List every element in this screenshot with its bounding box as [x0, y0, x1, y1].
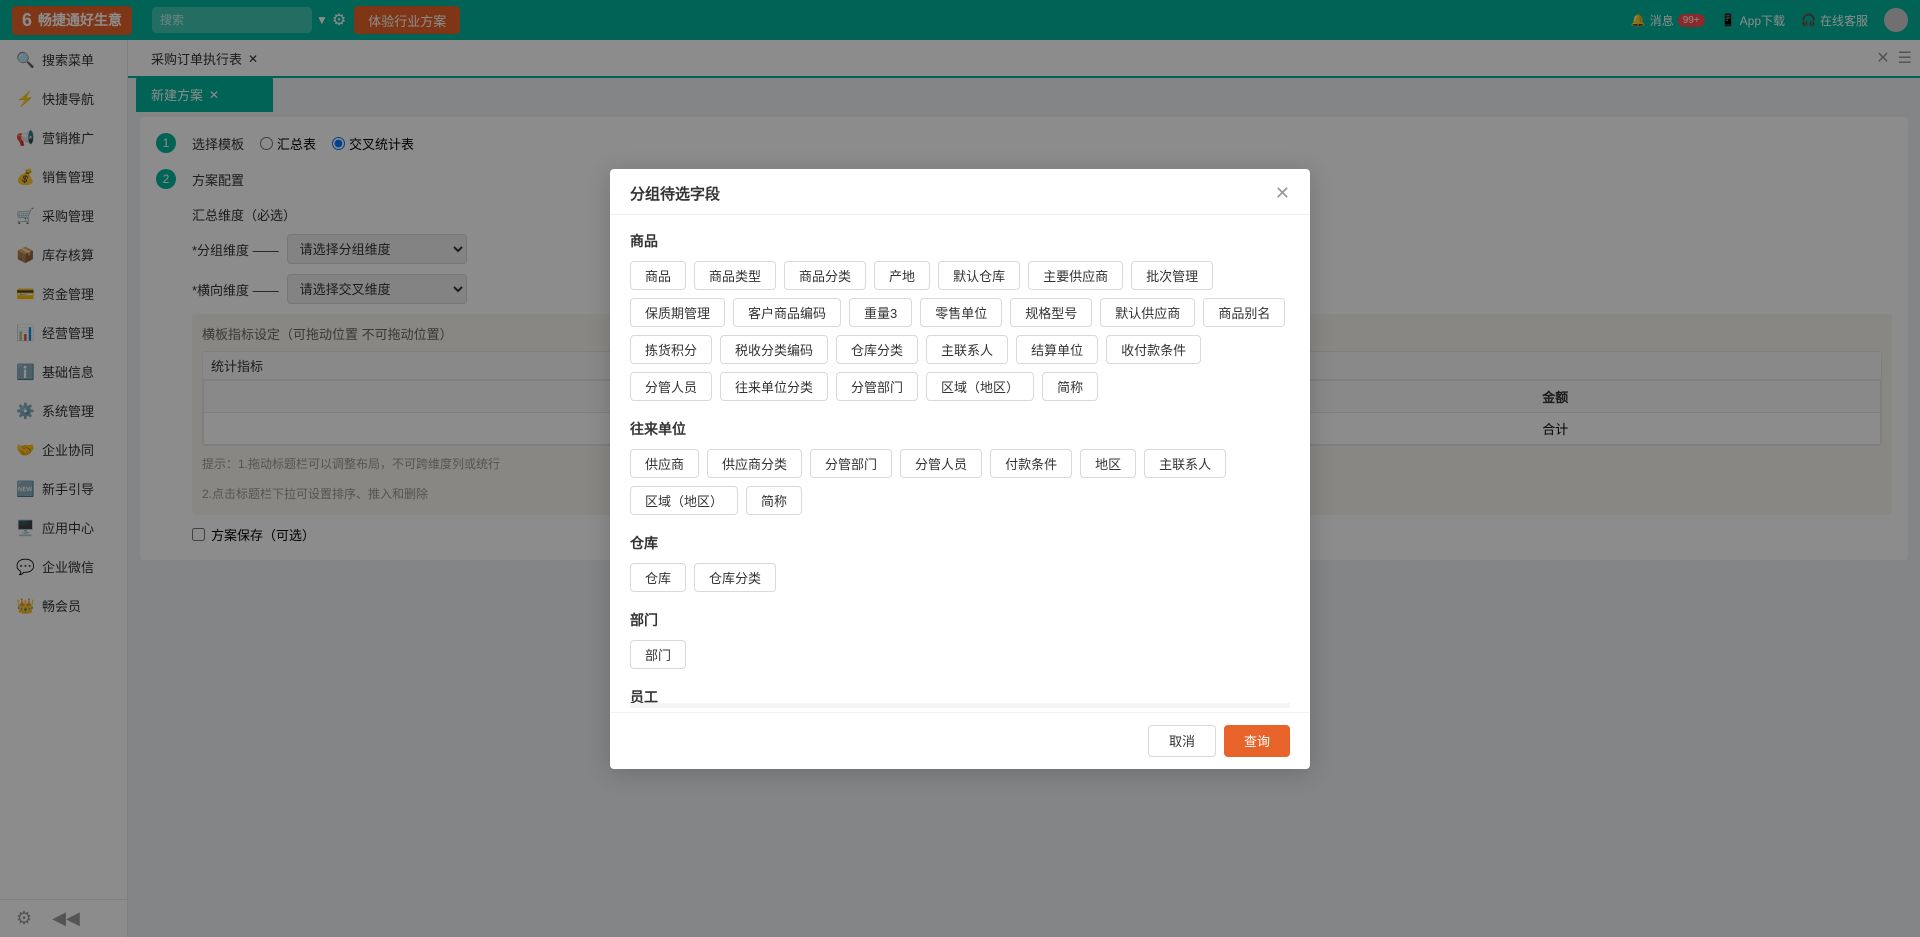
horizontal-scrollbar[interactable] [630, 703, 1290, 707]
field-group-4: 员工业务员 [630, 687, 1290, 704]
field-tags-2: 仓库仓库分类 [630, 563, 1290, 592]
field-tag-1-0[interactable]: 供应商 [630, 449, 699, 478]
field-group-1: 往来单位供应商供应商分类分管部门分管人员付款条件地区主联系人区域（地区） 简称 [630, 419, 1290, 515]
field-group-title-1: 往来单位 [630, 419, 1290, 439]
field-tag-1-3[interactable]: 分管人员 [900, 449, 982, 478]
modal-overlay: 分组待选字段 ✕ 商品商品商品类型商品分类产地默认仓库主要供应商批次管理保质期管… [0, 0, 1920, 937]
field-tag-0-5[interactable]: 主要供应商 [1028, 261, 1123, 290]
field-tag-0-0[interactable]: 商品 [630, 261, 686, 290]
field-tag-0-12[interactable]: 默认供应商 [1100, 298, 1195, 327]
field-tags-3: 部门 [630, 640, 1290, 669]
field-tag-2-1[interactable]: 仓库分类 [694, 563, 776, 592]
field-tag-1-5[interactable]: 地区 [1080, 449, 1136, 478]
modal-header: 分组待选字段 ✕ [610, 169, 1310, 215]
modal-title: 分组待选字段 [630, 183, 720, 204]
modal-close-btn[interactable]: ✕ [1275, 184, 1290, 202]
field-tag-0-14[interactable]: 拣货积分 [630, 335, 712, 364]
field-tags-1: 供应商供应商分类分管部门分管人员付款条件地区主联系人区域（地区） 简称 [630, 449, 1290, 515]
field-tag-0-3[interactable]: 产地 [874, 261, 930, 290]
field-tag-0-10[interactable]: 零售单位 [920, 298, 1002, 327]
modal-footer: 取消 查询 [610, 712, 1310, 769]
field-tag-0-20[interactable]: 分管人员 [630, 372, 712, 401]
field-tag-0-7[interactable]: 保质期管理 [630, 298, 725, 327]
field-group-title-0: 商品 [630, 231, 1290, 251]
field-tag-0-24[interactable]: 简称 [1042, 372, 1098, 401]
field-tag-1-7[interactable]: 区域（地区） [630, 486, 738, 515]
field-tag-0-17[interactable]: 主联系人 [926, 335, 1008, 364]
field-tag-0-4[interactable]: 默认仓库 [938, 261, 1020, 290]
modal-body: 商品商品商品类型商品分类产地默认仓库主要供应商批次管理保质期管理客户商品编码重量… [610, 215, 1310, 704]
field-group-2: 仓库仓库仓库分类 [630, 533, 1290, 592]
field-tag-1-6[interactable]: 主联系人 [1144, 449, 1226, 478]
field-group-title-2: 仓库 [630, 533, 1290, 553]
field-tag-1-2[interactable]: 分管部门 [810, 449, 892, 478]
field-tag-2-0[interactable]: 仓库 [630, 563, 686, 592]
field-tag-1-4[interactable]: 付款条件 [990, 449, 1072, 478]
field-tag-0-18[interactable]: 结算单位 [1016, 335, 1098, 364]
field-tag-0-19[interactable]: 收付款条件 [1106, 335, 1201, 364]
cancel-button[interactable]: 取消 [1148, 725, 1216, 757]
field-tag-0-11[interactable]: 规格型号 [1010, 298, 1092, 327]
field-group-title-3: 部门 [630, 610, 1290, 630]
field-group-0: 商品商品商品类型商品分类产地默认仓库主要供应商批次管理保质期管理客户商品编码重量… [630, 231, 1290, 401]
field-tag-0-8[interactable]: 客户商品编码 [733, 298, 841, 327]
field-group-3: 部门部门 [630, 610, 1290, 669]
field-tag-0-22[interactable]: 分管部门 [836, 372, 918, 401]
field-group-title-4: 员工 [630, 687, 1290, 704]
field-tag-0-16[interactable]: 仓库分类 [836, 335, 918, 364]
field-tag-0-9[interactable]: 重量3 [849, 298, 912, 327]
field-tag-0-15[interactable]: 税收分类编码 [720, 335, 828, 364]
field-tag-1-8[interactable]: 简称 [746, 486, 802, 515]
field-tag-0-21[interactable]: 往来单位分类 [720, 372, 828, 401]
confirm-button[interactable]: 查询 [1224, 725, 1290, 757]
field-tag-1-1[interactable]: 供应商分类 [707, 449, 802, 478]
field-tag-0-2[interactable]: 商品分类 [784, 261, 866, 290]
field-tag-0-6[interactable]: 批次管理 [1131, 261, 1213, 290]
field-tag-0-23[interactable]: 区域（地区） [926, 372, 1034, 401]
field-tag-0-1[interactable]: 商品类型 [694, 261, 776, 290]
field-tags-0: 商品商品类型商品分类产地默认仓库主要供应商批次管理保质期管理客户商品编码重量3 零… [630, 261, 1290, 401]
field-tag-0-13[interactable]: 商品别名 [1203, 298, 1285, 327]
modal: 分组待选字段 ✕ 商品商品商品类型商品分类产地默认仓库主要供应商批次管理保质期管… [610, 169, 1310, 769]
field-tag-3-0[interactable]: 部门 [630, 640, 686, 669]
